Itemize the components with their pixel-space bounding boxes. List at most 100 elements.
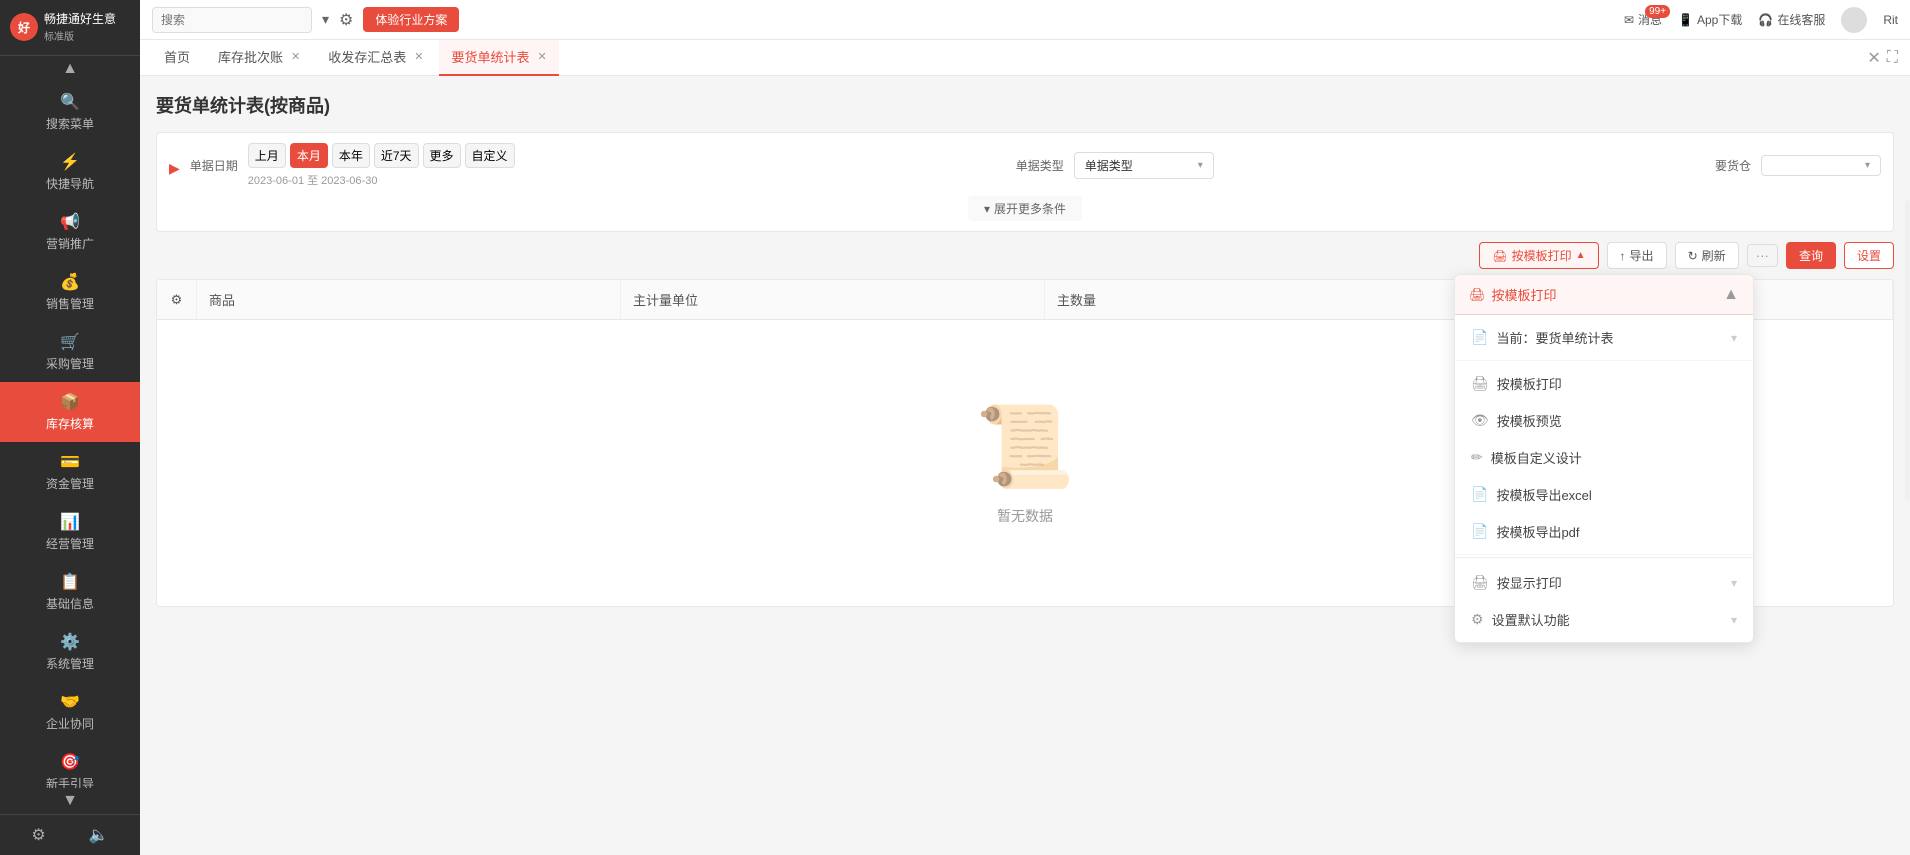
tab-label-order-summary: 要货单统计表	[451, 47, 529, 66]
page-content: 要货单统计表(按商品) ▶ 单据日期 上月本月本年近7天更多自定义 2023-0…	[140, 76, 1910, 855]
dropdown-item-template-preview[interactable]: 👁按模板预览	[1455, 402, 1753, 439]
sidebar-item-label: 采购管理	[46, 355, 94, 372]
dropdown-sub-display-print[interactable]: 🖨按显示打印▾	[1455, 564, 1753, 601]
search-icon: 🔍	[60, 92, 80, 112]
sidebar-item-label: 销售管理	[46, 295, 94, 312]
sidebar-item-collab[interactable]: 🤝企业协同	[0, 682, 140, 742]
dropdown-current-item[interactable]: 📄 当前：要货单统计表 ▾	[1455, 319, 1753, 356]
date-option-上月[interactable]: 上月	[248, 143, 286, 168]
sidebar-item-purchase[interactable]: 🛒 采购管理	[0, 322, 140, 382]
settings-button[interactable]: 设置	[1844, 242, 1894, 269]
more-actions-button[interactable]: ···	[1747, 244, 1778, 267]
print-label: 按模板打印	[1512, 247, 1572, 264]
purchase-icon: 🛒	[60, 332, 80, 352]
export-button[interactable]: ↑ 导出	[1607, 242, 1667, 269]
expand-conditions-button[interactable]: ▾ 展开更多条件	[968, 196, 1082, 221]
basic-icon: 📋	[60, 572, 80, 592]
export-icon: ↑	[1620, 249, 1626, 263]
speaker-icon[interactable]: 🔈	[89, 825, 109, 845]
settings-icon[interactable]: ⚙	[171, 292, 183, 308]
trial-button[interactable]: 体验行业方案	[363, 7, 459, 32]
dropdown-divider	[1455, 557, 1753, 558]
dropdown-item-template-pdf[interactable]: 📄按模板导出pdf	[1455, 513, 1753, 550]
print-button[interactable]: 🖨 按模板打印 ▲	[1479, 242, 1598, 269]
export-label: 导出	[1630, 247, 1654, 264]
dropdown-item-template-design[interactable]: ✏模板自定义设计	[1455, 439, 1753, 476]
type-dropdown[interactable]: 单据类型 ▾	[1074, 152, 1214, 179]
sidebar-item-inventory[interactable]: 📦库存核算	[0, 382, 140, 442]
tab-order-summary[interactable]: 要货单统计表 ✕	[439, 40, 558, 76]
date-option-近7天[interactable]: 近7天	[374, 143, 419, 168]
settings-label: 设置	[1857, 247, 1881, 264]
dropdown-close-button[interactable]: ▲	[1723, 286, 1739, 304]
sidebar-item-operation[interactable]: 📊经营管理	[0, 502, 140, 562]
scroll-up-button[interactable]: ▲	[0, 56, 140, 82]
main-area: ▾ ⚙ 体验行业方案 ✉ 消息 99+ 📱 App下载 🎧 在线客服 Rit 首…	[140, 0, 1910, 855]
user-name[interactable]: Rit	[1883, 13, 1898, 27]
tabbar: 首页库存批次账✕收发存汇总表✕要货单统计表✕ ✕ ⛶	[140, 40, 1910, 76]
maximize-button[interactable]: ⛶	[1887, 49, 1898, 67]
sidebar-item-finance[interactable]: 💳资金管理	[0, 442, 140, 502]
filter-row: ▶ 单据日期 上月本月本年近7天更多自定义 2023-06-01 至 2023-…	[169, 143, 1881, 188]
logo-icon: 好	[10, 13, 38, 41]
dropdown-item-template-excel[interactable]: 📄 按模板导出excel	[1455, 476, 1753, 513]
dropdown-header: 🖨 按模板打印 ▲	[1455, 275, 1753, 315]
sidebar-item-system[interactable]: ⚙️系统管理	[0, 622, 140, 682]
sidebar-item-search[interactable]: 🔍搜索菜单	[0, 82, 140, 142]
app-badge: 标准版	[44, 28, 116, 43]
scroll-down-button[interactable]: ▼	[0, 788, 140, 814]
sidebar-item-basic[interactable]: 📋基础信息	[0, 562, 140, 622]
warehouse-dropdown[interactable]: ▾	[1761, 155, 1881, 176]
user-avatar[interactable]	[1841, 7, 1867, 33]
collab-icon: 🤝	[60, 692, 80, 712]
tab-batch-accounts[interactable]: 库存批次账 ✕	[206, 40, 312, 76]
tab-close-order-summary[interactable]: ✕	[538, 50, 547, 63]
filter-bar: ▶ 单据日期 上月本月本年近7天更多自定义 2023-06-01 至 2023-…	[156, 132, 1894, 232]
display-print-icon: 🖨	[1471, 574, 1489, 591]
refresh-button[interactable]: ↻ 刷新	[1675, 242, 1739, 269]
tab-close-receipt-summary[interactable]: ✕	[414, 50, 423, 63]
date-option-自定义[interactable]: 自定义	[465, 143, 515, 168]
tabbar-actions: ✕ ⛶	[1867, 48, 1898, 68]
sidebar-item-label: 库存核算	[46, 415, 94, 432]
template-pdf-icon: 📄	[1471, 523, 1488, 540]
topbar-settings-button[interactable]: ⚙	[339, 10, 353, 30]
filter-collapse-icon[interactable]: ▶	[169, 160, 180, 177]
message-button[interactable]: ✉ 消息 99+	[1624, 11, 1662, 28]
sidebar-item-sales[interactable]: 💰销售管理	[0, 262, 140, 322]
print-arrow-icon: ▲	[1576, 250, 1586, 261]
tab-close-batch-accounts[interactable]: ✕	[291, 50, 300, 63]
online-service-button[interactable]: 🎧 在线客服	[1758, 11, 1825, 28]
date-option-本年[interactable]: 本年	[332, 143, 370, 168]
search-input[interactable]	[152, 7, 312, 33]
type-label: 单据类型	[1016, 157, 1064, 174]
expand-button[interactable]: ▾	[322, 11, 329, 28]
template-excel-icon: 📄	[1471, 486, 1488, 503]
sidebar-item-label: 系统管理	[46, 655, 94, 672]
query-button[interactable]: 查询	[1786, 242, 1836, 269]
template-print-label: 按模板打印	[1497, 374, 1562, 393]
resize-handle[interactable]	[1905, 200, 1910, 500]
tab-home[interactable]: 首页	[152, 40, 202, 76]
sidebar-item-newbie[interactable]: 🎯新手引导	[0, 742, 140, 788]
warehouse-arrow-icon: ▾	[1865, 160, 1870, 171]
tab-label-batch-accounts: 库存批次账	[218, 47, 283, 66]
sidebar-item-quick-nav[interactable]: ⚡快捷导航	[0, 142, 140, 202]
sidebar-item-marketing[interactable]: 📢营销推广	[0, 202, 140, 262]
sidebar-nav: 🔍搜索菜单⚡快捷导航📢营销推广💰销售管理 🛒 采购管理 📦库存核算💳资金管理📊经营管理…	[0, 82, 140, 788]
app-download-button[interactable]: 📱 App下载	[1678, 11, 1742, 28]
query-label: 查询	[1799, 247, 1823, 264]
close-tab-button[interactable]: ✕	[1867, 48, 1880, 68]
tab-receipt-summary[interactable]: 收发存汇总表✕	[316, 40, 435, 76]
type-arrow-icon: ▾	[1198, 160, 1203, 171]
empty-icon: 📜	[975, 400, 1075, 494]
expand-row: ▾ 展开更多条件	[169, 196, 1881, 221]
date-option-更多[interactable]: 更多	[423, 143, 461, 168]
dropdown-sub-set-default[interactable]: ⚙设置默认功能▾	[1455, 601, 1753, 638]
settings-icon[interactable]: ⚙	[31, 825, 45, 845]
template-preview-label: 按模板预览	[1497, 411, 1562, 430]
template-excel-label: 按模板导出excel	[1496, 485, 1591, 504]
dropdown-item-template-print[interactable]: 🖨按模板打印	[1455, 365, 1753, 402]
date-option-本月[interactable]: 本月	[290, 143, 328, 168]
table-col-1: 商品	[197, 280, 621, 319]
